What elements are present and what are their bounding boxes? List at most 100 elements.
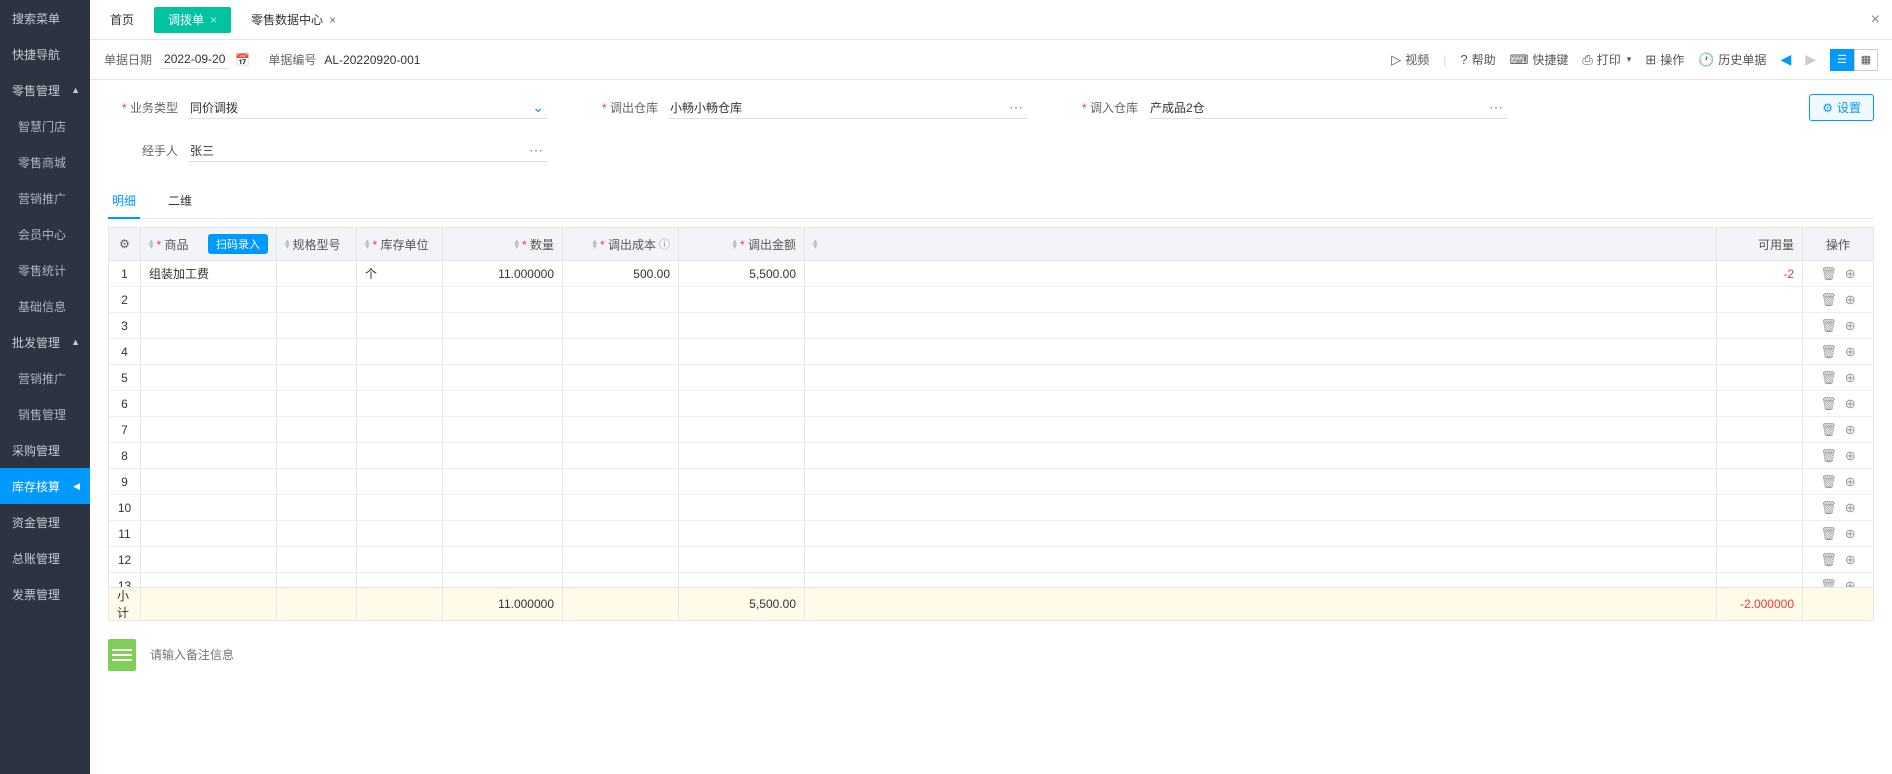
cell[interactable] — [563, 313, 679, 338]
table-row[interactable]: 7🗑⊕ — [109, 417, 1873, 443]
cell[interactable] — [443, 391, 563, 416]
cell[interactable] — [805, 261, 1717, 286]
cell[interactable]: 5 — [109, 365, 141, 390]
cell[interactable] — [563, 469, 679, 494]
cell[interactable] — [277, 521, 357, 546]
cell[interactable] — [141, 547, 277, 572]
cell[interactable] — [1717, 391, 1803, 416]
col-cost[interactable]: ▴▾调出成本ⓘ — [563, 228, 679, 260]
cell[interactable] — [277, 261, 357, 286]
cell[interactable] — [1717, 417, 1803, 442]
close-all-tabs-icon[interactable]: × — [1871, 11, 1880, 29]
sidebar-item-7[interactable]: 零售统计 — [0, 252, 90, 288]
table-row[interactable]: 8🗑⊕ — [109, 443, 1873, 469]
cell[interactable] — [1717, 573, 1803, 587]
add-row-icon[interactable]: ⊕ — [1845, 474, 1856, 490]
cell[interactable] — [443, 365, 563, 390]
add-row-icon[interactable]: ⊕ — [1845, 318, 1856, 334]
cell[interactable] — [277, 287, 357, 312]
cell[interactable] — [141, 287, 277, 312]
sort-icon[interactable]: ▴▾ — [285, 239, 290, 250]
sidebar-item-0[interactable]: 搜索菜单 — [0, 0, 90, 36]
cell[interactable]: 8 — [109, 443, 141, 468]
cell[interactable] — [805, 365, 1717, 390]
cell[interactable]: 6 — [109, 391, 141, 416]
cell[interactable] — [1717, 443, 1803, 468]
cell[interactable] — [679, 443, 805, 468]
cell[interactable] — [805, 521, 1717, 546]
cell[interactable] — [141, 391, 277, 416]
cell[interactable] — [277, 469, 357, 494]
sidebar-item-9[interactable]: 批发管理▲ — [0, 324, 90, 360]
cell[interactable] — [277, 443, 357, 468]
settings-button[interactable]: ⚙设置 — [1809, 94, 1874, 121]
col-avail[interactable]: 可用量 — [1717, 228, 1803, 260]
cell[interactable] — [679, 547, 805, 572]
sort-icon[interactable]: ▴▾ — [149, 239, 154, 250]
cell[interactable]: 个 — [357, 261, 443, 286]
delete-row-icon[interactable]: 🗑 — [1820, 370, 1837, 386]
cell[interactable]: 1 — [109, 261, 141, 286]
cell[interactable] — [1717, 469, 1803, 494]
sort-icon[interactable]: ▴▾ — [592, 239, 597, 250]
cell[interactable] — [805, 443, 1717, 468]
biz-type-field[interactable]: 业务类型 ⌄ — [108, 94, 548, 121]
cell[interactable] — [357, 313, 443, 338]
add-row-icon[interactable]: ⊕ — [1845, 292, 1856, 308]
cell[interactable] — [563, 391, 679, 416]
cell[interactable] — [141, 417, 277, 442]
table-row[interactable]: 1组装加工费个11.000000500.005,500.00-2🗑⊕ — [109, 261, 1873, 287]
cell[interactable] — [805, 469, 1717, 494]
history-button[interactable]: 🕐历史单据 — [1698, 51, 1766, 68]
add-row-icon[interactable]: ⊕ — [1845, 552, 1856, 568]
sidebar-item-15[interactable]: 总账管理 — [0, 540, 90, 576]
out-warehouse-field[interactable]: 调出仓库 ⋯ — [588, 94, 1028, 121]
cell[interactable] — [357, 495, 443, 520]
table-row[interactable]: 5 🗑 ⊕ — [109, 365, 1873, 391]
info-icon[interactable]: ⓘ — [659, 236, 670, 252]
delete-row-icon[interactable]: 🗑 — [1820, 292, 1837, 308]
cell[interactable] — [679, 573, 805, 587]
scan-entry-button[interactable]: 扫码录入 — [208, 234, 268, 254]
print-button[interactable]: ⎙打印▾ — [1582, 51, 1631, 68]
cell[interactable] — [805, 573, 1717, 587]
cell[interactable] — [563, 495, 679, 520]
cell[interactable] — [1717, 495, 1803, 520]
tab-2[interactable]: 零售数据中心× — [237, 7, 350, 33]
cell[interactable]: 4 — [109, 339, 141, 364]
add-row-icon[interactable]: ⊕ — [1845, 448, 1856, 464]
table-row[interactable]: 9🗑⊕ — [109, 469, 1873, 495]
handler-field[interactable]: 经手人 ⋯ — [108, 139, 548, 162]
col-product[interactable]: ▴▾商品扫码录入 — [141, 228, 277, 260]
table-row[interactable]: 2🗑⊕ — [109, 287, 1873, 313]
chevron-down-icon[interactable]: ⌄ — [532, 99, 544, 116]
cell[interactable]: 组装加工费 — [141, 261, 277, 286]
sort-icon[interactable]: ▴▾ — [732, 239, 737, 250]
more-icon[interactable]: ⋯ — [1489, 99, 1504, 116]
cell[interactable] — [563, 287, 679, 312]
handler-input[interactable] — [188, 139, 548, 162]
cell[interactable] — [443, 521, 563, 546]
cell[interactable] — [277, 365, 357, 390]
cell[interactable] — [563, 573, 679, 587]
operate-button[interactable]: ⊞操作 — [1645, 51, 1684, 68]
add-row-icon[interactable]: ⊕ — [1845, 578, 1856, 588]
col-unit[interactable]: ▴▾库存单位 — [357, 228, 443, 260]
cell[interactable] — [443, 547, 563, 572]
video-link[interactable]: ▷视频 — [1391, 51, 1429, 68]
add-row-icon[interactable]: ⊕ — [1845, 370, 1856, 386]
cell[interactable] — [277, 313, 357, 338]
cell[interactable] — [141, 469, 277, 494]
delete-row-icon[interactable]: 🗑 — [1820, 422, 1837, 438]
calendar-icon[interactable]: 📅 — [235, 53, 250, 67]
in-warehouse-field[interactable]: 调入仓库 ⋯ — [1068, 94, 1508, 121]
cell[interactable] — [357, 365, 443, 390]
cell[interactable] — [805, 547, 1717, 572]
cell[interactable] — [141, 443, 277, 468]
more-icon[interactable]: ⋯ — [529, 142, 544, 159]
cell[interactable] — [357, 443, 443, 468]
sidebar-item-14[interactable]: 资金管理 — [0, 504, 90, 540]
cell[interactable] — [679, 313, 805, 338]
add-row-icon[interactable]: ⊕ — [1845, 344, 1856, 360]
biz-type-input[interactable] — [188, 96, 548, 119]
